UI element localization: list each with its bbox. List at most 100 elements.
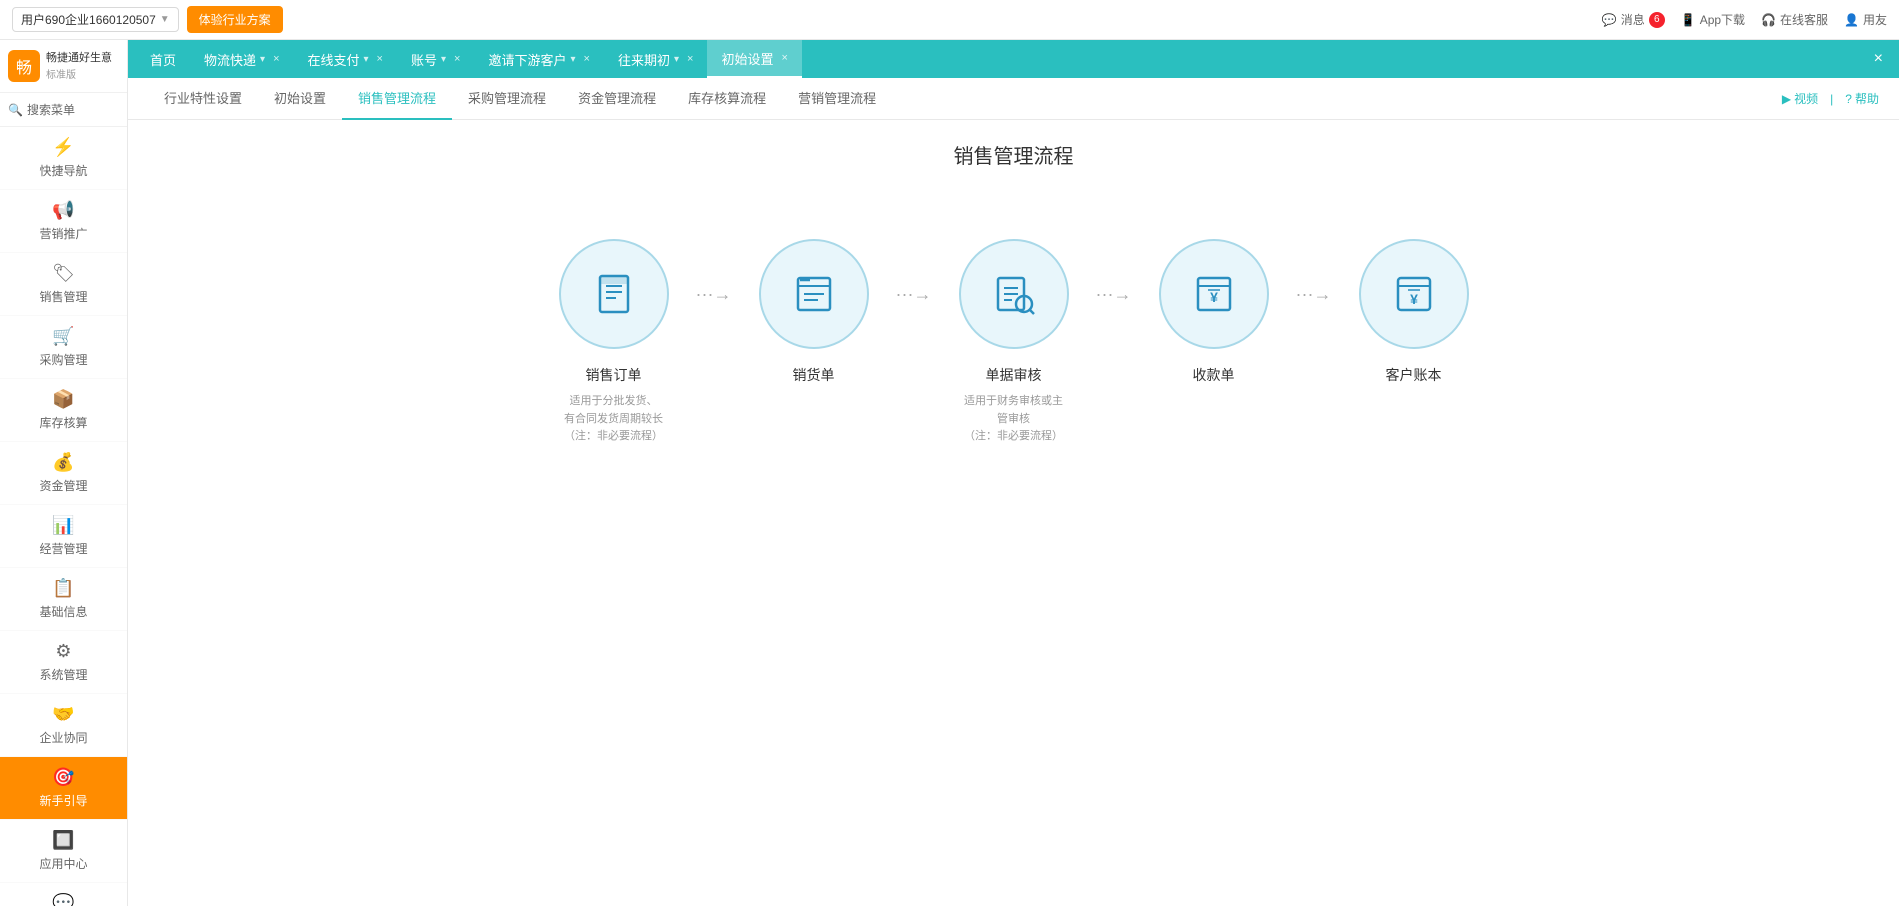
close-tab-icon[interactable]: × bbox=[454, 53, 460, 65]
sidebar-item-quick-nav[interactable]: ⚡快捷导航 bbox=[0, 127, 127, 190]
svg-text:¥: ¥ bbox=[1410, 291, 1418, 307]
help-icon: ? bbox=[1845, 92, 1852, 106]
experience-button[interactable]: 体验行业方案 bbox=[187, 6, 283, 33]
sidebar-label-operations-mgmt: 经营管理 bbox=[39, 540, 87, 557]
flow-step-receipt[interactable]: ¥ 收款单 bbox=[1134, 239, 1294, 393]
sidebar-icon-marketing-promo: 📢 bbox=[52, 200, 74, 221]
sidebar-item-new-guide[interactable]: 🎯 新手引导 bbox=[0, 757, 127, 820]
dropdown-arrow-icon: ▾ bbox=[674, 54, 679, 65]
sub-tab-初始设置[interactable]: 初始设置 bbox=[258, 78, 342, 120]
dropdown-arrow-icon: ▾ bbox=[364, 54, 369, 65]
message-icon: 💬 bbox=[1602, 13, 1617, 27]
sidebar-icon-enterprise-collab: 🤝 bbox=[52, 704, 74, 725]
video-icon: ▶ bbox=[1782, 92, 1791, 106]
sidebar-icon-sales-mgmt: 🏷 bbox=[52, 263, 75, 284]
close-tab-icon[interactable]: × bbox=[377, 53, 383, 65]
sub-tab-采购管理流程[interactable]: 采购管理流程 bbox=[452, 78, 562, 120]
sidebar-label-inventory: 库存核算 bbox=[39, 414, 87, 431]
sidebar-icon-system-mgmt: ⚙ bbox=[55, 641, 71, 662]
sidebar-item-finance-mgmt[interactable]: 💰资金管理 bbox=[0, 442, 127, 505]
online-service-item[interactable]: 🎧 在线客服 bbox=[1761, 11, 1828, 28]
nav-tab-label: 初始设置 bbox=[721, 49, 773, 68]
dropdown-arrow-icon: ▾ bbox=[441, 54, 446, 65]
headset-icon: 🎧 bbox=[1761, 13, 1776, 27]
video-label: 视频 bbox=[1794, 90, 1818, 107]
app-download-item[interactable]: 📱 App下载 bbox=[1681, 11, 1745, 28]
flow-desc-doc-audit: 适用于财务审核或主管审核（注：非必要流程） bbox=[964, 393, 1063, 446]
sidebar-items: ⚡快捷导航 📢 营销推广 🏷销售管理🛒采购管理📦库存核算💰资金管理 📊 经营管理 📋基础信息… bbox=[0, 127, 127, 906]
sub-tab-营销管理流程[interactable]: 营销管理流程 bbox=[782, 78, 892, 120]
dropdown-arrow-icon: ▾ bbox=[570, 54, 575, 65]
top-bar: 用户690企业1660120507 ▼ 体验行业方案 💬 消息 6 📱 App下… bbox=[0, 0, 1899, 40]
arrow-icon: ···→ bbox=[696, 284, 732, 305]
main-content: 首页物流快递▾×在线支付▾×账号▾×邀请下游客户▾×往来期初▾×初始设置×× 行… bbox=[128, 40, 1899, 906]
logo-area: 畅 畅捷通好生意 标准版 bbox=[0, 40, 127, 93]
page-title: 销售管理流程 bbox=[148, 140, 1879, 169]
sidebar-item-sales-mgmt[interactable]: 🏷销售管理 bbox=[0, 253, 127, 316]
dropdown-arrow-icon: ▾ bbox=[260, 54, 265, 65]
top-bar-left: 用户690企业1660120507 ▼ 体验行业方案 bbox=[12, 6, 283, 33]
sidebar-item-purchase-mgmt[interactable]: 🛒采购管理 bbox=[0, 316, 127, 379]
user-selector[interactable]: 用户690企业1660120507 ▼ bbox=[12, 7, 179, 32]
sidebar-item-basic-info[interactable]: 📋基础信息 bbox=[0, 568, 127, 631]
sidebar-label-finance-mgmt: 资金管理 bbox=[39, 477, 87, 494]
logo-text-block: 畅捷通好生意 标准版 bbox=[46, 51, 112, 80]
sidebar-icon-new-guide: 🎯 bbox=[52, 767, 74, 788]
nav-tab-往来期初[interactable]: 往来期初▾× bbox=[604, 40, 707, 78]
svg-text:¥: ¥ bbox=[1210, 289, 1218, 305]
video-help-item[interactable]: ▶ 视频 bbox=[1782, 90, 1818, 107]
content-area: 销售管理流程 销售订单 适用于分批发货、有合同发货周期较长（注：非必要流程） ·… bbox=[128, 120, 1899, 906]
flow-circle-sales-order bbox=[559, 239, 669, 349]
user-avatar-item[interactable]: 👤 用友 bbox=[1844, 11, 1887, 28]
sub-tab-资金管理流程[interactable]: 资金管理流程 bbox=[562, 78, 672, 120]
flow-step-sales-order[interactable]: 销售订单 适用于分批发货、有合同发货周期较长（注：非必要流程） bbox=[534, 239, 694, 446]
sidebar-icon-quick-nav: ⚡ bbox=[52, 137, 74, 158]
flow-title-sales-order: 销售订单 bbox=[586, 365, 642, 385]
flow-step-doc-audit[interactable]: 单据审核 适用于财务审核或主管审核（注：非必要流程） bbox=[934, 239, 1094, 446]
sidebar-label-app-center: 应用中心 bbox=[39, 855, 87, 872]
close-tab-icon[interactable]: × bbox=[781, 52, 787, 64]
sub-tab-销售管理流程[interactable]: 销售管理流程 bbox=[342, 78, 452, 120]
sidebar-icon-operations-mgmt: 📊 bbox=[52, 515, 74, 536]
close-tab-icon[interactable]: × bbox=[273, 53, 279, 65]
flow-desc-sales-order: 适用于分批发货、有合同发货周期较长（注：非必要流程） bbox=[564, 393, 663, 446]
flow-step-sales-invoice[interactable]: 销货单 bbox=[734, 239, 894, 393]
sidebar-item-enterprise-wechat[interactable]: 💬企业微信 bbox=[0, 883, 127, 906]
sidebar-search[interactable]: 🔍 搜索菜单 bbox=[0, 93, 127, 127]
nav-tab-邀请下游客户[interactable]: 邀请下游客户▾× bbox=[474, 40, 603, 78]
nav-tab-初始设置[interactable]: 初始设置 × bbox=[707, 40, 801, 78]
chevron-down-icon: ▼ bbox=[160, 14, 170, 25]
nav-tab-账号[interactable]: 账号▾× bbox=[397, 40, 474, 78]
sidebar-item-app-center[interactable]: 🔲应用中心 bbox=[0, 820, 127, 883]
close-tab-icon[interactable]: × bbox=[687, 53, 693, 65]
nav-tab-首页[interactable]: 首页 bbox=[136, 40, 190, 78]
flow-circle-receipt: ¥ bbox=[1159, 239, 1269, 349]
flow-arrow-3: ···→ bbox=[1094, 239, 1134, 305]
logo-icon: 畅 bbox=[8, 50, 40, 82]
sidebar-label-marketing-promo: 营销推广 bbox=[39, 225, 87, 242]
sidebar-item-enterprise-collab[interactable]: 🤝企业协同 bbox=[0, 694, 127, 757]
nav-tab-在线支付[interactable]: 在线支付▾× bbox=[294, 40, 397, 78]
flow-diagram: 销售订单 适用于分批发货、有合同发货周期较长（注：非必要流程） ···→ 销货单… bbox=[148, 219, 1879, 466]
flow-title-doc-audit: 单据审核 bbox=[986, 365, 1042, 385]
arrow-icon: ···→ bbox=[1096, 284, 1132, 305]
logo-line1: 畅捷通好生意 bbox=[46, 51, 112, 65]
sidebar-item-marketing-promo[interactable]: 📢 营销推广 bbox=[0, 190, 127, 253]
sidebar-item-operations-mgmt[interactable]: 📊 经营管理 bbox=[0, 505, 127, 568]
message-label: 消息 bbox=[1621, 11, 1645, 28]
nav-tab-物流快递[interactable]: 物流快递▾× bbox=[190, 40, 293, 78]
sidebar-item-system-mgmt[interactable]: ⚙系统管理 bbox=[0, 631, 127, 694]
sidebar: 畅 畅捷通好生意 标准版 🔍 搜索菜单 ⚡快捷导航 📢 营销推广 🏷销售管理🛒采购管理… bbox=[0, 40, 128, 906]
message-item[interactable]: 💬 消息 6 bbox=[1602, 11, 1665, 28]
flow-circle-customer-ledger: ¥ bbox=[1359, 239, 1469, 349]
flow-step-customer-ledger[interactable]: ¥ 客户账本 bbox=[1334, 239, 1494, 393]
sidebar-item-inventory[interactable]: 📦库存核算 bbox=[0, 379, 127, 442]
close-tab-icon[interactable]: × bbox=[584, 53, 590, 65]
sub-tab-库存核算流程[interactable]: 库存核算流程 bbox=[672, 78, 782, 120]
close-all-tabs[interactable]: × bbox=[1866, 50, 1891, 68]
sub-tabs: 行业特性设置初始设置销售管理流程采购管理流程资金管理流程库存核算流程营销管理流程… bbox=[128, 78, 1899, 120]
help-item[interactable]: ? 帮助 bbox=[1845, 90, 1879, 107]
flow-title-receipt: 收款单 bbox=[1193, 365, 1235, 385]
sub-tab-行业特性设置[interactable]: 行业特性设置 bbox=[148, 78, 258, 120]
sidebar-label-new-guide: 新手引导 bbox=[39, 792, 87, 809]
